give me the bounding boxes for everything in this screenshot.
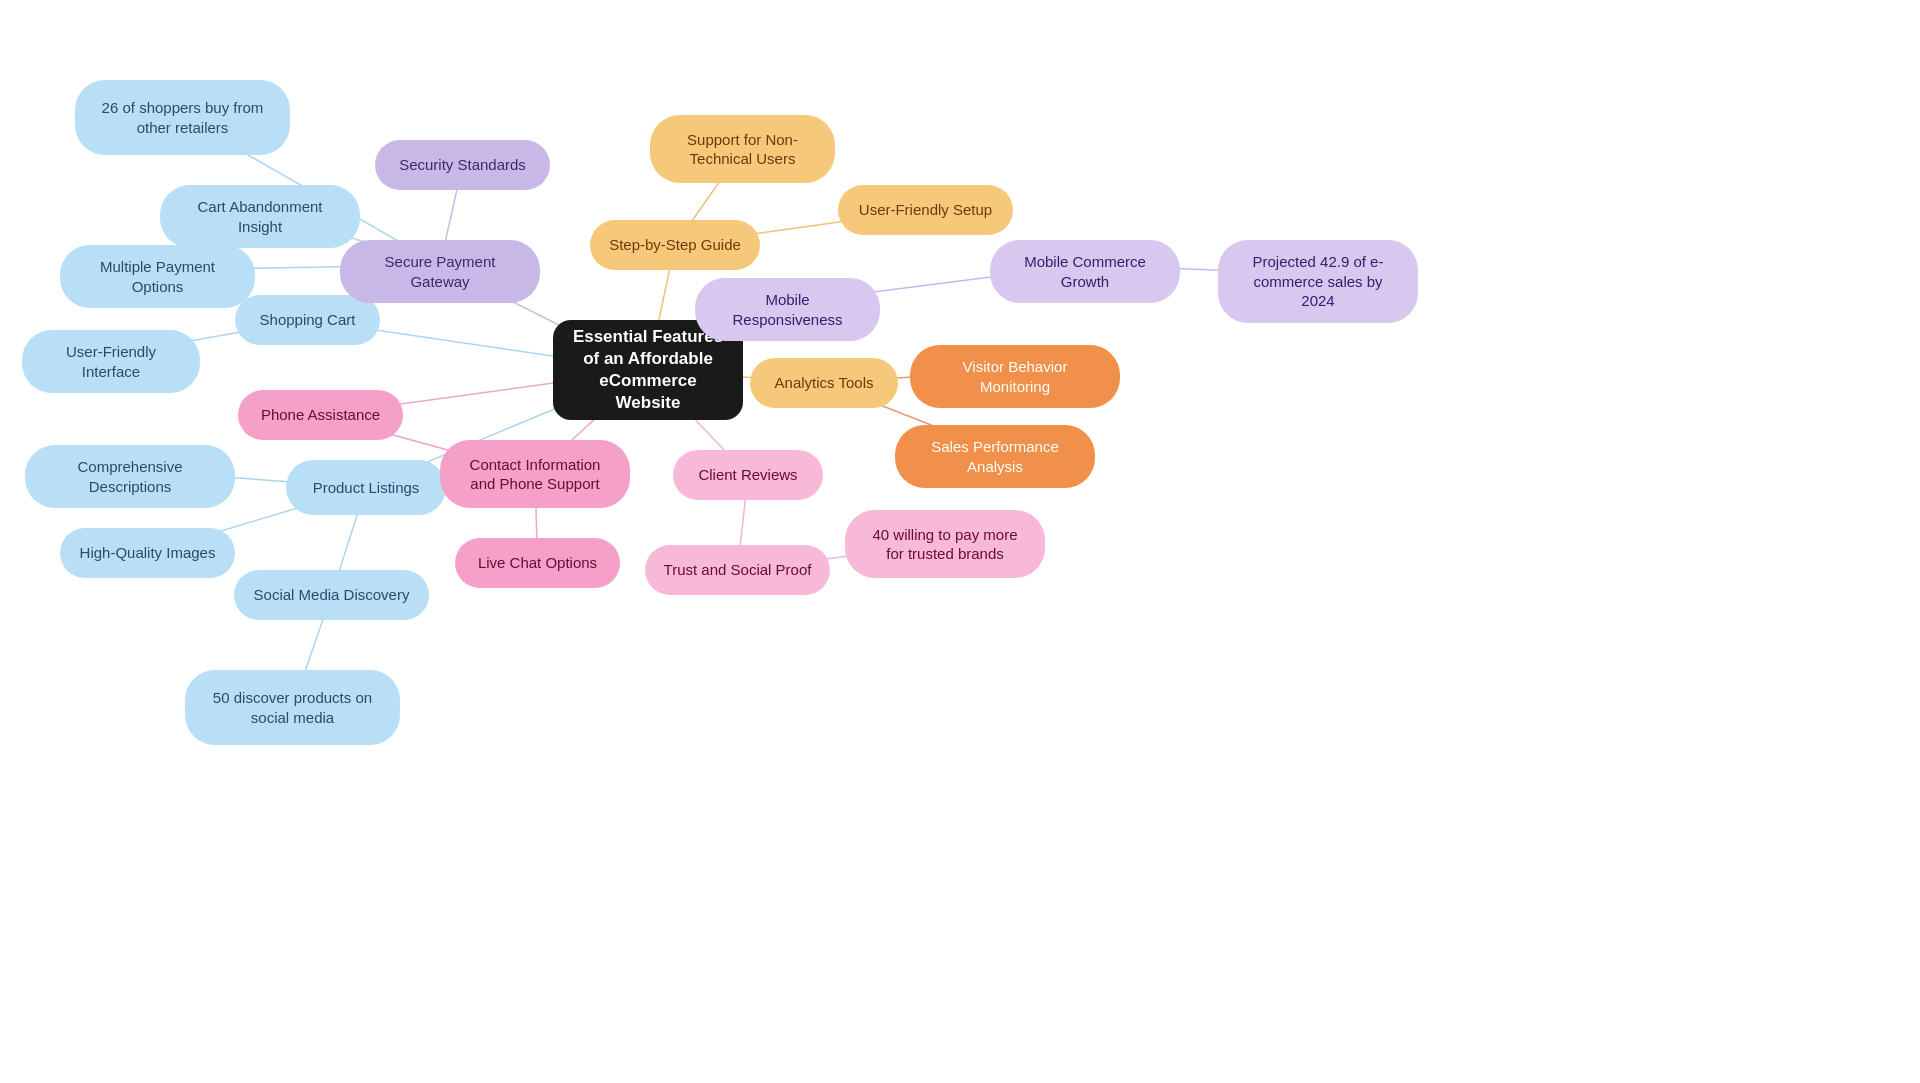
node-shopping-cart: Shopping Cart xyxy=(235,295,380,345)
node-visitor-behavior: Visitor Behavior Monitoring xyxy=(910,345,1120,408)
node-comprehensive: Comprehensive Descriptions xyxy=(25,445,235,508)
node-user-friendly-interface: User-Friendly Interface xyxy=(22,330,200,393)
node-projected: Projected 42.9 of e-commerce sales by 20… xyxy=(1218,240,1418,323)
node-shoppers: 26 of shoppers buy from other retailers xyxy=(75,80,290,155)
node-discover-products: 50 discover products on social media xyxy=(185,670,400,745)
node-sales-performance: Sales Performance Analysis xyxy=(895,425,1095,488)
node-step-by-step: Step-by-Step Guide xyxy=(590,220,760,270)
node-contact-info: Contact Information and Phone Support xyxy=(440,440,630,508)
node-user-friendly-setup: User-Friendly Setup xyxy=(838,185,1013,235)
node-security-standards: Security Standards xyxy=(375,140,550,190)
node-product-listings: Product Listings xyxy=(286,460,446,515)
node-high-quality: High-Quality Images xyxy=(60,528,235,578)
mindmap-container: Essential Features of an Affordable eCom… xyxy=(0,0,1920,1083)
node-client-reviews: Client Reviews xyxy=(673,450,823,500)
node-social-media-discovery: Social Media Discovery xyxy=(234,570,429,620)
node-cart: Cart Abandonment Insight xyxy=(160,185,360,248)
node-mobile-commerce: Mobile Commerce Growth xyxy=(990,240,1180,303)
node-phone-assistance: Phone Assistance xyxy=(238,390,403,440)
node-analytics-tools: Analytics Tools xyxy=(750,358,898,408)
node-support-non-technical: Support for Non-Technical Users xyxy=(650,115,835,183)
node-willing-to-pay: 40 willing to pay more for trusted brand… xyxy=(845,510,1045,578)
node-trust-social: Trust and Social Proof xyxy=(645,545,830,595)
node-live-chat: Live Chat Options xyxy=(455,538,620,588)
node-multiple-payment: Multiple Payment Options xyxy=(60,245,255,308)
node-secure-payment: Secure Payment Gateway xyxy=(340,240,540,303)
node-mobile-responsiveness: Mobile Responsiveness xyxy=(695,278,880,341)
